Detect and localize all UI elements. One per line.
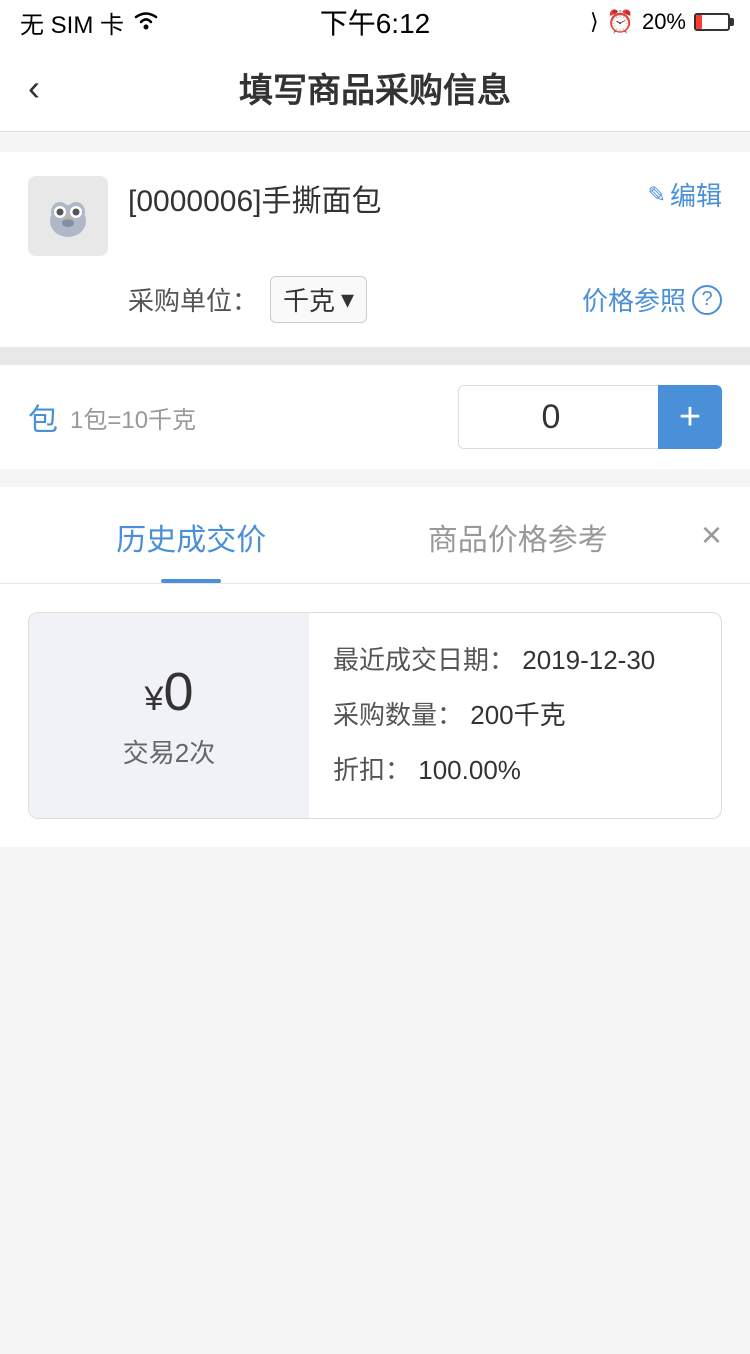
question-icon: ? — [692, 285, 722, 315]
recent-date-row: 最近成交日期： 2019-12-30 — [333, 641, 697, 680]
quantity-plus-button[interactable]: + — [658, 385, 722, 449]
product-unit-row: 采购单位： 千克 ▾ 价格参照 ? — [28, 276, 722, 323]
price-reference-button[interactable]: 价格参照 ? — [582, 281, 722, 318]
status-bar-time: 下午6:12 — [320, 2, 431, 42]
history-card: ¥0 交易2次 最近成交日期： 2019-12-30 采购数量： 200千克 折… — [28, 612, 722, 819]
quantity-section: 包 1包=10千克 + — [0, 365, 750, 469]
purchase-quantity-value: 200千克 — [470, 700, 565, 730]
recent-date-value: 2019-12-30 — [522, 645, 655, 675]
page-title: 填写商品采购信息 — [239, 63, 511, 112]
product-thumbnail — [28, 176, 108, 256]
owl-logo-icon — [38, 186, 98, 246]
quantity-input-wrap: + — [458, 385, 722, 449]
bag-conversion-text: 1包=10千克 — [70, 400, 196, 435]
alarm-icon: ⏰ — [607, 9, 634, 35]
dropdown-arrow-icon: ▾ — [341, 284, 354, 315]
unit-dropdown[interactable]: 千克 ▾ — [270, 276, 367, 323]
history-card-price-side: ¥0 交易2次 — [29, 613, 309, 818]
product-info: [0000006]手撕面包 — [28, 176, 381, 256]
tabs-bar: 历史成交价 商品价格参考 × — [0, 487, 750, 584]
tabs-section: 历史成交价 商品价格参考 × ¥0 交易2次 最近成交日期： 2019-12-3… — [0, 487, 750, 847]
quantity-input[interactable] — [458, 385, 658, 449]
battery-percentage: 20% — [642, 9, 686, 35]
unit-selector-wrap: 采购单位： 千克 ▾ — [128, 276, 367, 323]
trade-count: 交易2次 — [123, 733, 215, 770]
product-name: [0000006]手撕面包 — [128, 181, 381, 218]
status-bar: 无 SIM 卡 下午6:12 ⟩ ⏰ 20% — [0, 0, 750, 44]
wifi-icon — [132, 8, 160, 37]
discount-label: 折扣： — [333, 755, 411, 785]
currency-symbol: ¥ — [145, 680, 164, 718]
back-button[interactable]: ‹ — [28, 67, 40, 109]
section-divider — [0, 347, 750, 365]
location-icon: ⟩ — [590, 9, 599, 35]
status-bar-right: ⟩ ⏰ 20% — [590, 9, 730, 35]
edit-button[interactable]: ✎ 编辑 — [648, 176, 722, 213]
tabs-close-button[interactable]: × — [681, 494, 722, 576]
product-section: [0000006]手撕面包 ✎ 编辑 采购单位： 千克 ▾ 价格参照 ? — [0, 152, 750, 347]
bag-unit-label: 包 — [28, 395, 58, 439]
unit-label: 采购单位： — [128, 281, 258, 318]
history-card-details: 最近成交日期： 2019-12-30 采购数量： 200千克 折扣： 100.0… — [309, 613, 721, 818]
purchase-quantity-row: 采购数量： 200千克 — [333, 696, 697, 735]
history-price-display: ¥0 — [145, 661, 194, 723]
product-header: [0000006]手撕面包 ✎ 编辑 — [28, 176, 722, 256]
tab-price-reference[interactable]: 商品价格参考 — [354, 487, 680, 583]
tab-history-price[interactable]: 历史成交价 — [28, 487, 354, 583]
recent-date-label: 最近成交日期： — [333, 645, 515, 675]
history-content: ¥0 交易2次 最近成交日期： 2019-12-30 采购数量： 200千克 折… — [0, 584, 750, 847]
battery-icon — [694, 13, 730, 31]
edit-icon: ✎ — [648, 182, 666, 208]
purchase-quantity-label: 采购数量： — [333, 700, 463, 730]
main-content: [0000006]手撕面包 ✎ 编辑 采购单位： 千克 ▾ 价格参照 ? — [0, 152, 750, 1354]
price-value: 0 — [163, 662, 193, 722]
nav-bar: ‹ 填写商品采购信息 — [0, 44, 750, 132]
quantity-left: 包 1包=10千克 — [28, 395, 196, 439]
discount-row: 折扣： 100.00% — [333, 751, 697, 790]
discount-value: 100.00% — [418, 755, 521, 785]
product-name-wrap: [0000006]手撕面包 — [128, 176, 381, 220]
status-bar-left: 无 SIM 卡 — [20, 5, 160, 40]
carrier-text: 无 SIM 卡 — [20, 5, 124, 40]
